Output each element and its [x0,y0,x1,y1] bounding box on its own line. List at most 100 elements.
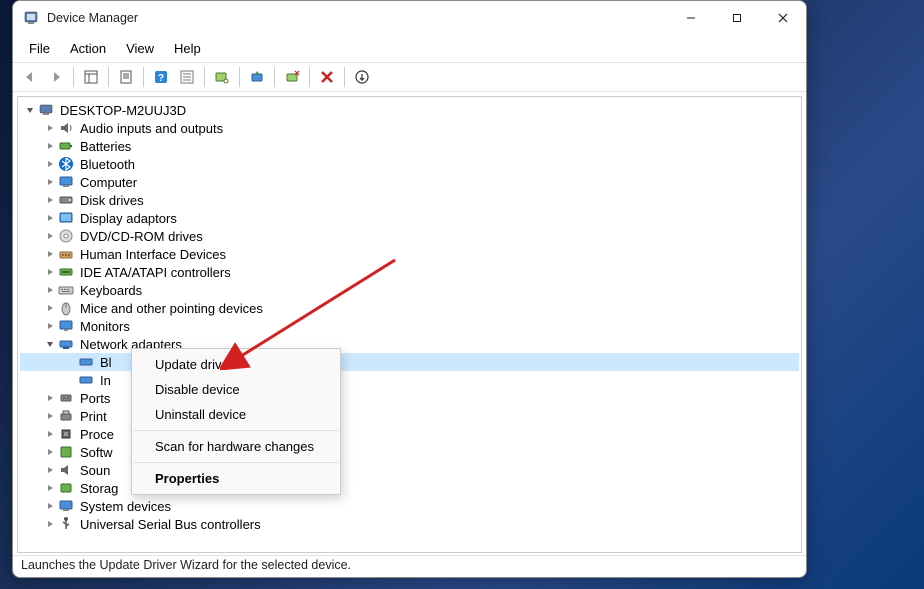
tree-label: Print [80,409,107,424]
tree-category-ide[interactable]: IDE ATA/ATAPI controllers [20,263,799,281]
tree-label: Proce [80,427,114,442]
tree-label: Disk drives [80,193,144,208]
chevron-right-icon[interactable] [42,156,58,172]
software-icon [58,444,74,460]
network-adapter-icon [78,354,94,370]
tree-label: DVD/CD-ROM drives [80,229,203,244]
tree-category-hid[interactable]: Human Interface Devices [20,245,799,263]
chevron-right-icon[interactable] [42,426,58,442]
chevron-right-icon[interactable] [42,264,58,280]
hid-icon [58,246,74,262]
tree-category-bluetooth[interactable]: Bluetooth [20,155,799,173]
forward-button[interactable] [45,66,67,88]
chevron-right-icon[interactable] [42,318,58,334]
action-list-button[interactable] [176,66,198,88]
menu-view[interactable]: View [116,37,164,60]
tree-root-label: DESKTOP-M2UUJ3D [60,103,186,118]
tree-category-usb[interactable]: Universal Serial Bus controllers [20,515,799,533]
maximize-button[interactable] [714,1,760,35]
tree-root[interactable]: DESKTOP-M2UUJ3D [20,101,799,119]
back-button[interactable] [19,66,41,88]
add-legacy-button[interactable] [351,66,373,88]
status-text: Launches the Update Driver Wizard for th… [21,558,351,572]
spacer [62,354,78,370]
window-title: Device Manager [47,11,668,25]
scan-hardware-button[interactable] [211,66,233,88]
chevron-right-icon[interactable] [42,516,58,532]
close-button[interactable] [760,1,806,35]
titlebar: Device Manager [13,1,806,35]
tree-label: Monitors [80,319,130,334]
chevron-right-icon[interactable] [42,480,58,496]
chevron-right-icon[interactable] [42,462,58,478]
tree-category-computer[interactable]: Computer [20,173,799,191]
expander-icon[interactable] [22,102,38,118]
chevron-right-icon[interactable] [42,138,58,154]
ctx-uninstall-device[interactable]: Uninstall device [133,402,339,427]
tree-label: Bluetooth [80,157,135,172]
tree-label: Audio inputs and outputs [80,121,223,136]
tree-label: Soun [80,463,110,478]
chevron-right-icon[interactable] [42,498,58,514]
disable-device-button[interactable] [281,66,303,88]
spacer [62,372,78,388]
chevron-right-icon[interactable] [42,174,58,190]
show-hide-tree-button[interactable] [80,66,102,88]
usb-icon [58,516,74,532]
menu-help[interactable]: Help [164,37,211,60]
chevron-right-icon[interactable] [42,192,58,208]
tree-category-dvd[interactable]: DVD/CD-ROM drives [20,227,799,245]
chevron-right-icon[interactable] [42,390,58,406]
ctx-properties[interactable]: Properties [133,466,339,491]
tree-label: In [100,373,111,388]
tree-category-display[interactable]: Display adaptors [20,209,799,227]
tree-category-batteries[interactable]: Batteries [20,137,799,155]
tree-label: Universal Serial Bus controllers [80,517,261,532]
properties-button[interactable] [115,66,137,88]
tree-label: Human Interface Devices [80,247,226,262]
tree-category-audio[interactable]: Audio inputs and outputs [20,119,799,137]
chevron-right-icon[interactable] [42,210,58,226]
minimize-button[interactable] [668,1,714,35]
tree-category-monitors[interactable]: Monitors [20,317,799,335]
chevron-right-icon[interactable] [42,300,58,316]
chevron-right-icon[interactable] [42,120,58,136]
ctx-disable-device[interactable]: Disable device [133,377,339,402]
port-icon [58,390,74,406]
uninstall-device-button[interactable] [316,66,338,88]
ide-icon [58,264,74,280]
mouse-icon [58,300,74,316]
bluetooth-icon [58,156,74,172]
ctx-scan-hardware[interactable]: Scan for hardware changes [133,434,339,459]
tree-label: Storag [80,481,118,496]
tree-category-keyboards[interactable]: Keyboards [20,281,799,299]
toolbar: ? [13,62,806,92]
chevron-right-icon[interactable] [42,282,58,298]
app-icon [23,10,39,26]
chevron-right-icon[interactable] [42,246,58,262]
keyboard-icon [58,282,74,298]
storage-icon [58,480,74,496]
help-button[interactable]: ? [150,66,172,88]
menubar: File Action View Help [13,35,806,62]
statusbar: Launches the Update Driver Wizard for th… [13,555,806,577]
chevron-right-icon[interactable] [42,444,58,460]
menu-file[interactable]: File [19,37,60,60]
dvd-icon [58,228,74,244]
update-driver-button[interactable] [246,66,268,88]
ctx-separator [134,462,338,463]
ctx-update-driver[interactable]: Update driver [133,352,339,377]
tree-category-disks[interactable]: Disk drives [20,191,799,209]
chevron-right-icon[interactable] [42,408,58,424]
chevron-right-icon[interactable] [42,228,58,244]
tree-label: IDE ATA/ATAPI controllers [80,265,231,280]
tree-label: Softw [80,445,113,460]
tree-category-system[interactable]: System devices [20,497,799,515]
network-adapter-icon [78,372,94,388]
ctx-separator [134,430,338,431]
sound-icon [58,462,74,478]
battery-icon [58,138,74,154]
menu-action[interactable]: Action [60,37,116,60]
tree-category-mice[interactable]: Mice and other pointing devices [20,299,799,317]
chevron-down-icon[interactable] [42,336,58,352]
